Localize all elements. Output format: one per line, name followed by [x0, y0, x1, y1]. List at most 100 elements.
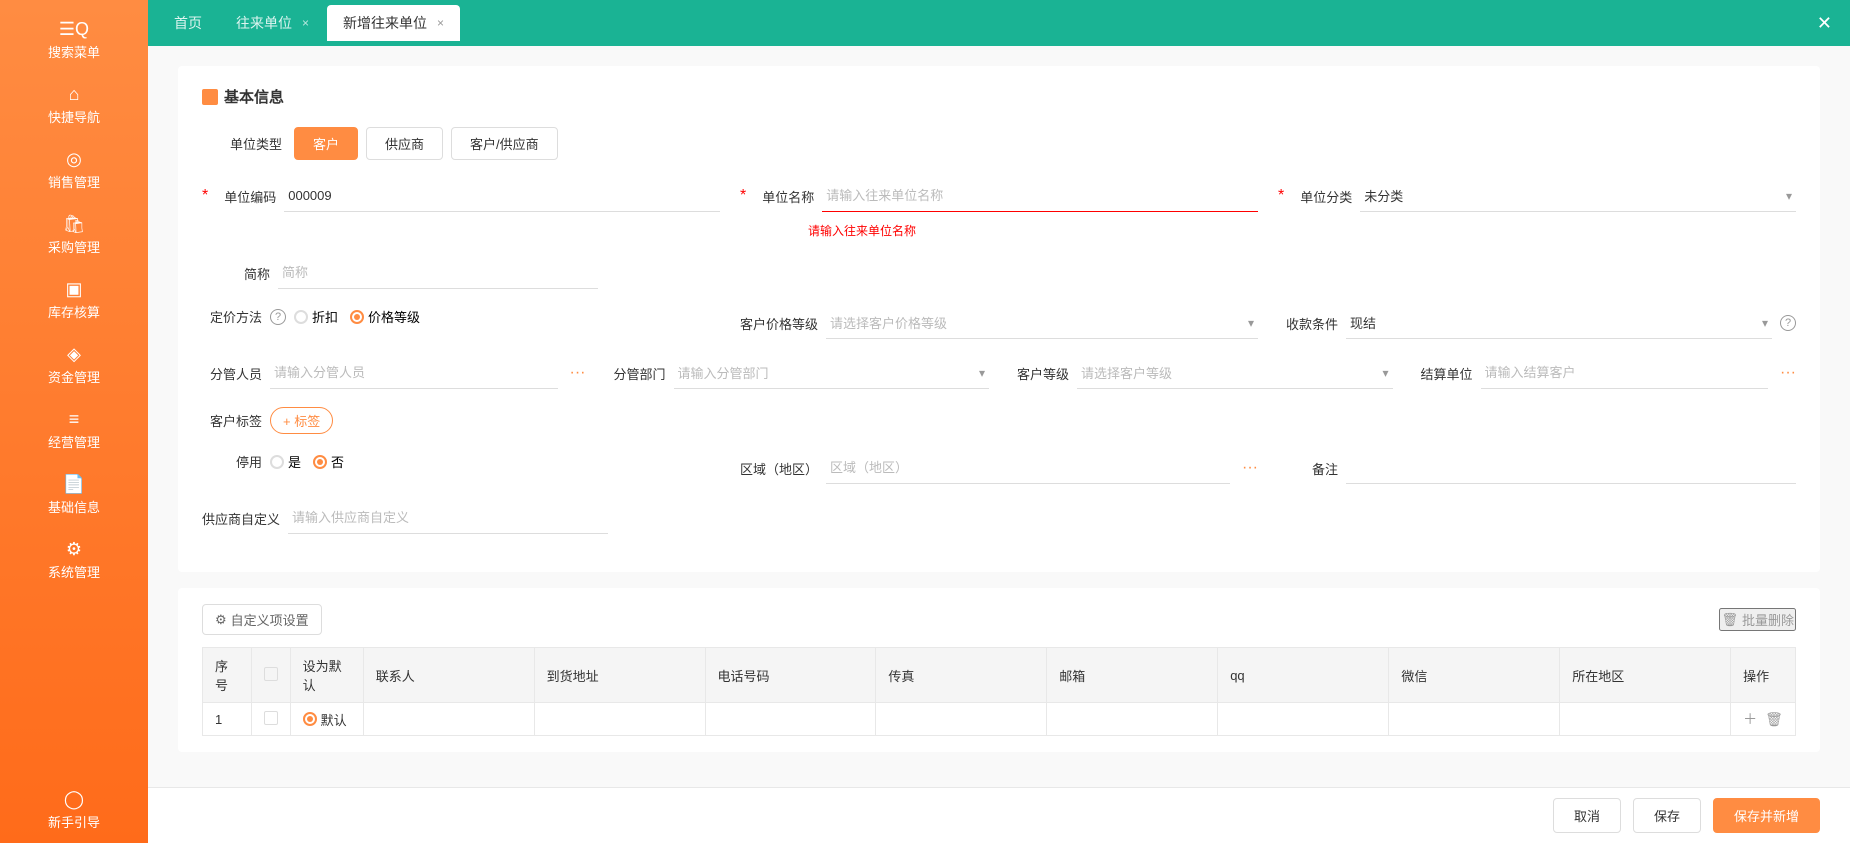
th-qq: qq [1218, 648, 1389, 703]
abbr-input[interactable] [278, 257, 598, 289]
department-field: 分管部门 请输入分管部门 ▾ [606, 357, 990, 389]
manager-more-btn[interactable]: ··· [570, 364, 586, 382]
customer-level-select[interactable]: 请选择客户等级 ▾ [1077, 357, 1393, 389]
sidebar-item-sales[interactable]: ◎ 销售管理 [0, 138, 148, 203]
sidebar-item-label: 资金管理 [48, 367, 100, 386]
sidebar-item-search[interactable]: ☰Q 搜索菜单 [0, 8, 148, 73]
settlement-more-btn[interactable]: ··· [1780, 364, 1796, 382]
add-row-icon[interactable]: ＋ [1743, 709, 1757, 729]
td-wechat[interactable] [1389, 703, 1560, 736]
unit-type-both[interactable]: 客户/供应商 [451, 127, 558, 160]
td-phone[interactable] [705, 703, 876, 736]
row-action-btns: ＋ 🗑 [1743, 709, 1783, 729]
customer-tag-label: 客户标签 [202, 411, 262, 430]
region-input[interactable] [826, 452, 1230, 484]
supplier-custom-field: 供应商自定义 [202, 502, 1796, 534]
td-contact[interactable] [363, 703, 534, 736]
abbr-label: 简称 [210, 264, 270, 283]
payment-terms-value: 现结 [1350, 313, 1758, 332]
guide-icon: ◯ [64, 790, 84, 808]
sidebar-item-quicknav[interactable]: ⌂ 快捷导航 [0, 73, 148, 138]
delete-row-icon[interactable]: 🗑 [1765, 711, 1783, 728]
unit-code-input[interactable] [284, 180, 720, 212]
td-address[interactable] [534, 703, 705, 736]
manager-field: 分管人员 ··· [202, 357, 586, 389]
td-region[interactable] [1560, 703, 1731, 736]
tab-new-contact-close[interactable]: × [437, 16, 444, 30]
tab-new-contact[interactable]: 新增往来单位 × [327, 5, 460, 41]
qq-input[interactable] [1230, 712, 1376, 727]
pricing-level-radio[interactable]: 价格等级 [350, 307, 420, 326]
window-close-button[interactable]: ✕ [1809, 13, 1840, 34]
remark-label: 备注 [1278, 459, 1338, 478]
default-radio-label: 默认 [321, 710, 347, 729]
phone-input[interactable] [718, 712, 864, 727]
address-input[interactable] [547, 712, 693, 727]
unit-type-customer[interactable]: 客户 [294, 127, 358, 160]
payment-terms-select[interactable]: 现结 ▾ [1346, 307, 1772, 339]
basic-info-section: 基本信息 单位类型 客户 供应商 客户/供应商 * 单位编码 [178, 66, 1820, 572]
disabled-yes-radio[interactable]: 是 [270, 452, 301, 471]
sidebar-item-system[interactable]: ⚙ 系统管理 [0, 528, 148, 593]
sidebar-item-operation[interactable]: ≡ 经营管理 [0, 398, 148, 463]
supplier-custom-label: 供应商自定义 [202, 509, 280, 528]
customer-level-field: 客户等级 请选择客户等级 ▾ [1009, 357, 1393, 389]
unit-name-label: 单位名称 [754, 187, 814, 206]
unit-code-label: 单位编码 [216, 187, 276, 206]
sidebar-item-basicinfo[interactable]: 📄 基础信息 [0, 463, 148, 528]
batch-delete-button[interactable]: 🗑 批量删除 [1719, 608, 1796, 631]
fax-input[interactable] [888, 712, 1034, 727]
save-new-button[interactable]: 保存并新增 [1713, 798, 1820, 833]
cancel-button[interactable]: 取消 [1553, 798, 1621, 833]
tab-contacts[interactable]: 往来单位 × [220, 5, 325, 41]
add-tag-button[interactable]: + 标签 [270, 407, 333, 434]
unit-category-arrow: ▾ [1786, 189, 1792, 203]
inventory-icon: ▣ [65, 280, 82, 298]
sidebar-item-label: 新手引导 [48, 812, 100, 831]
department-select[interactable]: 请输入分管部门 ▾ [674, 357, 990, 389]
select-all-checkbox[interactable] [264, 667, 278, 681]
form-row-manager: 分管人员 ··· 分管部门 请输入分管部门 ▾ 客户等级 请选择客户等级 ▾ [202, 357, 1796, 389]
supplier-custom-input[interactable] [288, 502, 608, 534]
payment-help-icon[interactable]: ? [1780, 315, 1796, 331]
unit-type-supplier[interactable]: 供应商 [366, 127, 443, 160]
region-label: 区域（地区） [740, 459, 818, 478]
customer-price-select[interactable]: 请选择客户价格等级 ▾ [826, 307, 1258, 339]
save-button[interactable]: 保存 [1633, 798, 1701, 833]
pricing-help-icon[interactable]: ? [270, 309, 286, 325]
sidebar-item-purchase[interactable]: 🛍 采购管理 [0, 203, 148, 268]
region-more-btn[interactable]: ··· [1242, 459, 1258, 477]
tab-contacts-close[interactable]: × [302, 16, 309, 30]
unit-name-input[interactable] [822, 180, 1258, 212]
pricing-discount-radio[interactable]: 折扣 [294, 307, 338, 326]
unit-category-select[interactable]: 未分类 ▾ [1360, 180, 1796, 212]
sidebar-item-inventory[interactable]: ▣ 库存核算 [0, 268, 148, 333]
unit-name-field: * 单位名称 请输入往来单位名称 [740, 180, 1258, 239]
finance-icon: ◈ [67, 345, 81, 363]
disabled-no-radio[interactable]: 否 [313, 452, 344, 471]
manager-input[interactable] [270, 357, 558, 389]
settlement-unit-input[interactable] [1481, 357, 1769, 389]
form-row-tags: 客户标签 + 标签 [202, 407, 1796, 434]
tab-home-label: 首页 [174, 13, 202, 33]
td-fax[interactable] [876, 703, 1047, 736]
form-row-abbr: 简称 [202, 257, 1796, 289]
pricing-level-label: 价格等级 [368, 307, 420, 326]
td-email[interactable] [1047, 703, 1218, 736]
email-input[interactable] [1059, 712, 1205, 727]
row-region-input[interactable] [1572, 712, 1718, 727]
disabled-yes-label: 是 [288, 452, 301, 471]
wechat-input[interactable] [1401, 712, 1547, 727]
default-radio[interactable]: 默认 [303, 710, 351, 729]
row-checkbox[interactable] [264, 711, 278, 725]
sidebar-item-finance[interactable]: ◈ 资金管理 [0, 333, 148, 398]
purchase-icon: 🛍 [63, 215, 86, 233]
remark-input[interactable] [1346, 452, 1796, 484]
tab-home[interactable]: 首页 [158, 5, 218, 41]
sidebar-item-label: 快捷导航 [48, 107, 100, 126]
td-qq[interactable] [1218, 703, 1389, 736]
contact-input[interactable] [376, 712, 522, 727]
sidebar-item-guide[interactable]: ◯ 新手引导 [0, 778, 148, 843]
abbr-field: 简称 [202, 257, 1796, 289]
custom-settings-button[interactable]: ⚙ 自定义项设置 [202, 604, 322, 635]
